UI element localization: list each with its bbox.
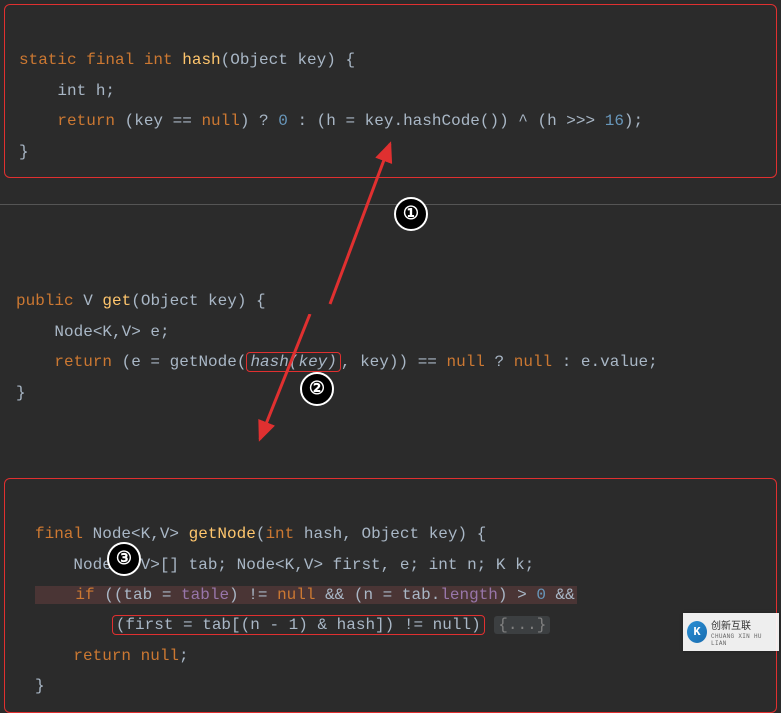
sig: hash, Object key) { xyxy=(294,525,486,543)
fn-get: get xyxy=(102,292,131,310)
fold-icon[interactable]: {...} xyxy=(494,616,550,634)
brace: } xyxy=(16,384,26,402)
brace: } xyxy=(35,677,45,695)
expr: ? xyxy=(485,353,514,371)
expr: && (n = tab. xyxy=(315,586,440,604)
highlight-index-expr: (first = tab[(n - 1) & hash]) != null) xyxy=(112,615,485,635)
kw-null: null xyxy=(277,586,315,604)
line: Node<K,V> e; xyxy=(16,323,170,341)
kw-if: if xyxy=(37,586,104,604)
watermark-text: 创新互联 CHUANG XIN HU LIAN xyxy=(711,617,775,647)
kw: static final int xyxy=(19,51,182,69)
kw-int: int xyxy=(265,525,294,543)
expr: : e.value; xyxy=(552,353,658,371)
watermark-line2: CHUANG XIN HU LIAN xyxy=(711,633,775,647)
fn-hash: hash xyxy=(182,51,220,69)
expr: && xyxy=(546,586,575,604)
brace: } xyxy=(19,143,29,161)
expr: , key)) == xyxy=(341,353,447,371)
kw-null: null xyxy=(514,353,552,371)
type: V xyxy=(83,292,102,310)
expr: ((tab = xyxy=(104,586,181,604)
badge-3: ③ xyxy=(107,542,141,576)
field-table: table xyxy=(181,586,229,604)
badge-1: ① xyxy=(394,197,428,231)
expr: ) > xyxy=(498,586,536,604)
watermark: K 创新互联 CHUANG XIN HU LIAN xyxy=(683,613,779,651)
sig: (Object key) { xyxy=(131,292,265,310)
code-block-getnode: final Node<K,V> getNode(int hash, Object… xyxy=(4,478,777,713)
line: int h; xyxy=(19,82,115,100)
expr: (e = getNode( xyxy=(122,353,247,371)
badge-2: ② xyxy=(300,372,334,406)
expr: (key == xyxy=(125,112,202,130)
fn-getnode: getNode xyxy=(189,525,256,543)
kw-null: null xyxy=(447,353,485,371)
kw: final xyxy=(35,525,93,543)
watermark-line1: 创新互联 xyxy=(711,617,775,633)
watermark-logo-icon: K xyxy=(687,621,707,643)
sig: (Object key) { xyxy=(221,51,355,69)
kw-return: return xyxy=(19,112,125,130)
num: 16 xyxy=(605,112,624,130)
kw-return: return xyxy=(16,353,122,371)
num: 0 xyxy=(536,586,546,604)
semi: ; xyxy=(179,647,189,665)
kw-return-null: return null xyxy=(35,647,179,665)
field-length: length xyxy=(440,586,498,604)
highlight-row: if ((tab = table) != null && (n = tab.le… xyxy=(35,586,577,604)
num: 0 xyxy=(278,112,288,130)
kw: public xyxy=(16,292,83,310)
p: ( xyxy=(256,525,266,543)
expr: ); xyxy=(624,112,643,130)
kw-null: null xyxy=(201,112,239,130)
expr: ) ? xyxy=(240,112,278,130)
expr: ) != xyxy=(229,586,277,604)
type: Node<K,V> xyxy=(93,525,189,543)
